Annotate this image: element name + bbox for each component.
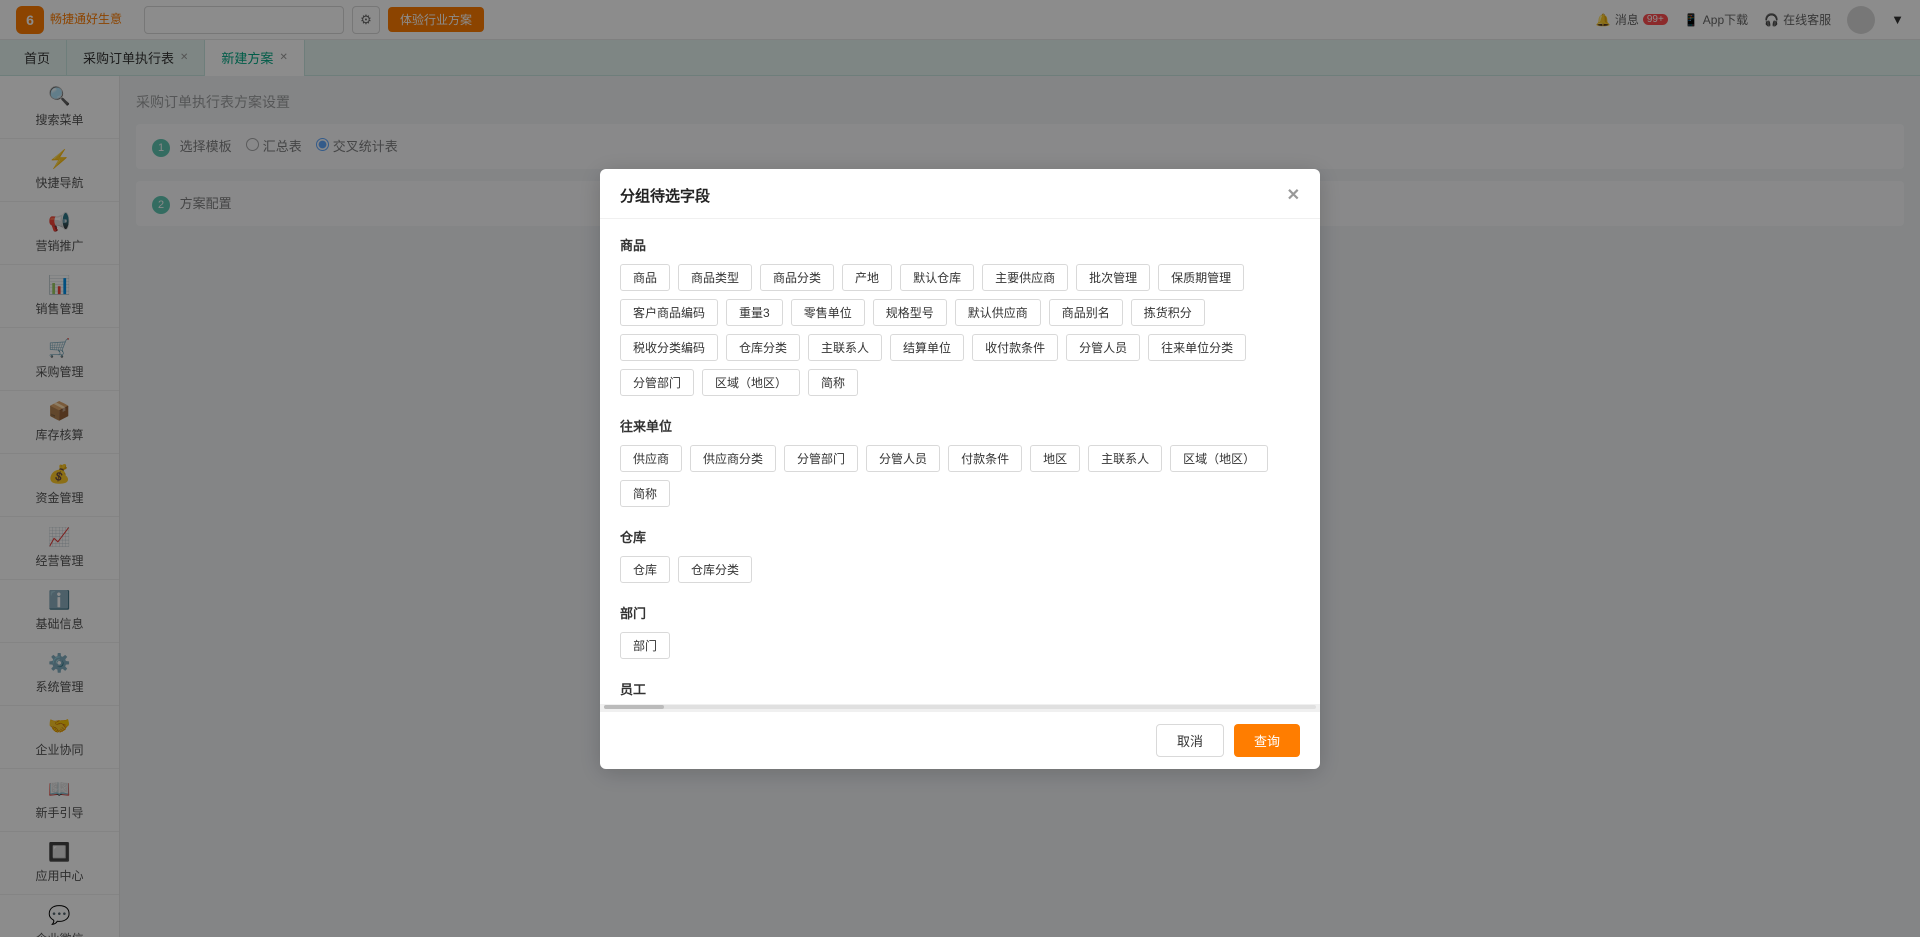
field-tag-0-0[interactable]: 商品 bbox=[620, 264, 670, 291]
field-tag-0-18[interactable]: 结算单位 bbox=[890, 334, 964, 361]
field-tag-0-4[interactable]: 默认仓库 bbox=[900, 264, 974, 291]
modal-close-icon[interactable]: ✕ bbox=[1287, 185, 1300, 205]
field-tag-3-0[interactable]: 部门 bbox=[620, 632, 670, 659]
field-tag-0-16[interactable]: 仓库分类 bbox=[726, 334, 800, 361]
field-tag-2-0[interactable]: 仓库 bbox=[620, 556, 670, 583]
field-tag-2-1[interactable]: 仓库分类 bbox=[678, 556, 752, 583]
field-section-部门: 部门部门 bbox=[620, 603, 1300, 659]
field-tag-0-6[interactable]: 批次管理 bbox=[1076, 264, 1150, 291]
field-section-商品: 商品商品商品类型商品分类产地默认仓库主要供应商批次管理保质期管理客户商品编码重量… bbox=[620, 235, 1300, 396]
modal-footer: 取消 查询 bbox=[600, 711, 1320, 769]
section-title-0: 商品 bbox=[620, 235, 1300, 254]
field-section-员工: 员工业务员 bbox=[620, 679, 1300, 705]
section-title-4: 员工 bbox=[620, 679, 1300, 698]
field-tag-1-0[interactable]: 供应商 bbox=[620, 445, 682, 472]
field-tag-1-3[interactable]: 分管人员 bbox=[866, 445, 940, 472]
field-tag-0-17[interactable]: 主联系人 bbox=[808, 334, 882, 361]
field-tag-0-19[interactable]: 收付款条件 bbox=[972, 334, 1058, 361]
field-tag-0-9[interactable]: 重量3 bbox=[726, 299, 783, 326]
field-tag-0-20[interactable]: 分管人员 bbox=[1066, 334, 1140, 361]
field-tag-0-7[interactable]: 保质期管理 bbox=[1158, 264, 1244, 291]
field-tags-2: 仓库仓库分类 bbox=[620, 556, 1300, 583]
field-tags-1: 供应商供应商分类分管部门分管人员付款条件地区主联系人区域（地区） 简称 bbox=[620, 445, 1300, 507]
cancel-button[interactable]: 取消 bbox=[1156, 724, 1224, 757]
modal-header: 分组待选字段 ✕ bbox=[600, 169, 1320, 219]
field-tag-0-15[interactable]: 税收分类编码 bbox=[620, 334, 718, 361]
field-tag-1-4[interactable]: 付款条件 bbox=[948, 445, 1022, 472]
field-tag-0-14[interactable]: 拣货积分 bbox=[1131, 299, 1205, 326]
modal-overlay: 分组待选字段 ✕ 商品商品商品类型商品分类产地默认仓库主要供应商批次管理保质期管… bbox=[0, 0, 1920, 937]
field-tag-1-6[interactable]: 主联系人 bbox=[1088, 445, 1162, 472]
field-section-仓库: 仓库仓库仓库分类 bbox=[620, 527, 1300, 583]
section-title-2: 仓库 bbox=[620, 527, 1300, 546]
field-tags-0: 商品商品类型商品分类产地默认仓库主要供应商批次管理保质期管理客户商品编码重量3 零… bbox=[620, 264, 1300, 396]
field-tag-0-12[interactable]: 默认供应商 bbox=[955, 299, 1041, 326]
field-tag-1-1[interactable]: 供应商分类 bbox=[690, 445, 776, 472]
section-title-3: 部门 bbox=[620, 603, 1300, 622]
field-tag-0-24[interactable]: 简称 bbox=[808, 369, 858, 396]
modal-title: 分组待选字段 bbox=[620, 185, 710, 206]
field-tag-0-22[interactable]: 分管部门 bbox=[620, 369, 694, 396]
field-tag-0-10[interactable]: 零售单位 bbox=[791, 299, 865, 326]
field-tag-1-7[interactable]: 区域（地区） bbox=[1170, 445, 1268, 472]
field-tag-0-21[interactable]: 往来单位分类 bbox=[1148, 334, 1246, 361]
field-tag-0-5[interactable]: 主要供应商 bbox=[982, 264, 1068, 291]
modal: 分组待选字段 ✕ 商品商品商品类型商品分类产地默认仓库主要供应商批次管理保质期管… bbox=[600, 169, 1320, 769]
scrollbar-track bbox=[604, 705, 1316, 709]
scrollbar-thumb[interactable] bbox=[604, 705, 664, 709]
field-tag-1-2[interactable]: 分管部门 bbox=[784, 445, 858, 472]
field-section-往来单位: 往来单位供应商供应商分类分管部门分管人员付款条件地区主联系人区域（地区） 简称 bbox=[620, 416, 1300, 507]
field-tag-1-8[interactable]: 简称 bbox=[620, 480, 670, 507]
confirm-button[interactable]: 查询 bbox=[1234, 724, 1300, 757]
field-tag-1-5[interactable]: 地区 bbox=[1030, 445, 1080, 472]
field-tag-0-1[interactable]: 商品类型 bbox=[678, 264, 752, 291]
field-tags-3: 部门 bbox=[620, 632, 1300, 659]
field-tag-0-23[interactable]: 区域（地区） bbox=[702, 369, 800, 396]
section-title-1: 往来单位 bbox=[620, 416, 1300, 435]
field-tag-0-3[interactable]: 产地 bbox=[842, 264, 892, 291]
field-tag-0-13[interactable]: 商品别名 bbox=[1049, 299, 1123, 326]
field-tag-0-11[interactable]: 规格型号 bbox=[873, 299, 947, 326]
modal-body: 商品商品商品类型商品分类产地默认仓库主要供应商批次管理保质期管理客户商品编码重量… bbox=[600, 219, 1320, 705]
field-tag-0-2[interactable]: 商品分类 bbox=[760, 264, 834, 291]
field-tag-0-8[interactable]: 客户商品编码 bbox=[620, 299, 718, 326]
